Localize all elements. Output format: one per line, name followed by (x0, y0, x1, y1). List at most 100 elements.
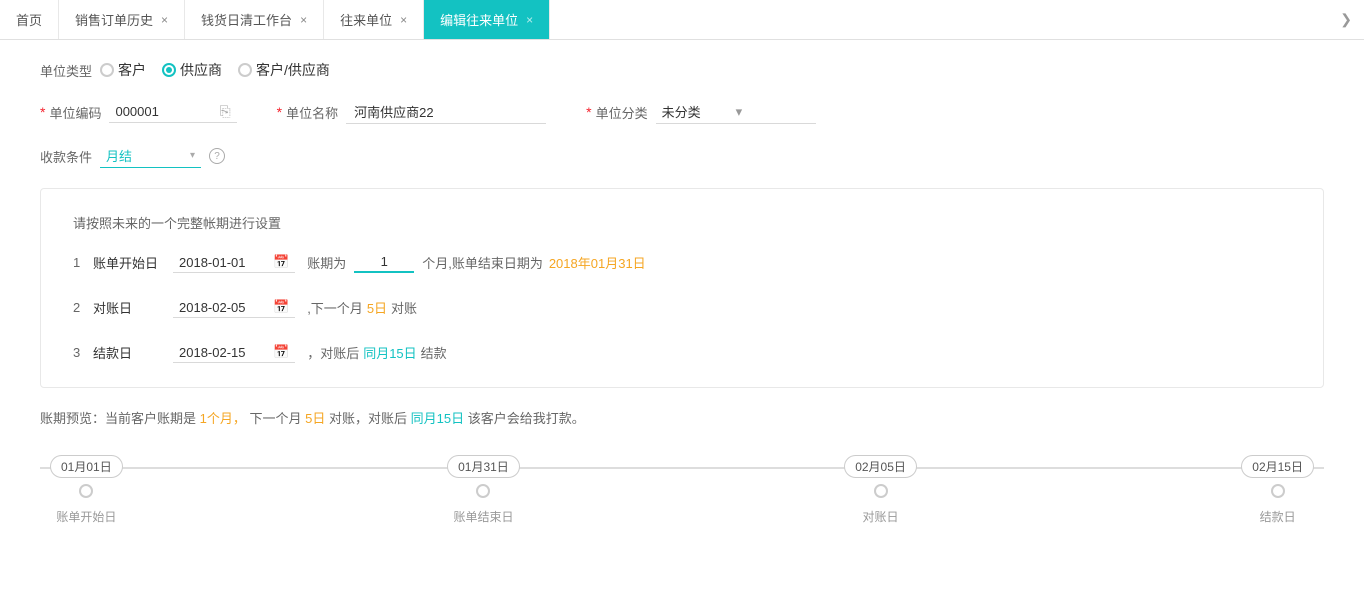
tab-label-home: 首页 (16, 10, 42, 29)
period-suffix-3b: 结款 (421, 343, 447, 362)
unit-name-input[interactable] (346, 100, 546, 124)
tab-close-sales-history[interactable]: × (161, 13, 168, 27)
tab-edit-partner[interactable]: 编辑往来单位 × (424, 0, 550, 39)
period-num-3: 3 (73, 345, 93, 360)
tl-date-badge: 02月05日 (844, 455, 917, 478)
period-suffix-1b: 个月,账单结束日期为 (422, 253, 543, 272)
timeline-point: 02月05日对账日 (844, 455, 917, 525)
unit-name-item: * 单位名称 (277, 100, 546, 124)
period-row-3: 3 结款日 📅 ，对账后 同月15日 结款 (73, 342, 1291, 363)
timeline-point: 01月31日账单结束日 (447, 455, 520, 525)
unit-code-item: * 单位编码 ⎘ (40, 101, 237, 123)
tl-dot (874, 484, 888, 498)
period-label-3: 结款日 (93, 343, 173, 362)
tl-label: 账单开始日 (56, 508, 116, 525)
unit-type-label: 单位类型 (40, 61, 92, 80)
help-icon[interactable]: ? (209, 148, 225, 164)
tab-partner[interactable]: 往来单位 × (324, 0, 424, 39)
period-months-input[interactable] (354, 252, 414, 273)
unit-category-label: 单位分类 (596, 103, 648, 122)
tabs-bar: 首页销售订单历史×钱货日清工作台×往来单位×编辑往来单位× ❯ (0, 0, 1364, 40)
unit-type-row: 单位类型 客户 供应商 客户/供应商 (40, 60, 1324, 80)
unit-category-required-star: * (586, 104, 591, 120)
tl-date-badge: 02月15日 (1241, 455, 1314, 478)
preview-day1: 5日 (305, 411, 325, 426)
preview-suffix: 该客户会给我打款。 (468, 411, 585, 426)
period-suffix-3a: ，对账后 (307, 343, 359, 362)
radio-both[interactable]: 客户/供应商 (238, 60, 330, 80)
payment-date-input[interactable] (179, 345, 269, 360)
preview-text2: 对账，对账后 (329, 411, 407, 426)
tab-label-sales-history: 销售订单历史 (75, 10, 153, 29)
start-date-calendar-icon[interactable]: 📅 (273, 254, 289, 270)
tab-label-partner: 往来单位 (340, 10, 392, 29)
period-box: 请按照未来的一个完整帐期进行设置 1 账单开始日 📅 账期为 个月,账单结束日期… (40, 188, 1324, 388)
tab-sales-history[interactable]: 销售订单历史 × (59, 0, 185, 39)
unit-category-value: 未分类 (662, 102, 736, 121)
unit-type-item: 单位类型 客户 供应商 客户/供应商 (40, 60, 330, 80)
recon-date-calendar-icon[interactable]: 📅 (273, 299, 289, 315)
tab-close-edit-partner[interactable]: × (526, 13, 533, 27)
recon-date-input[interactable] (179, 300, 269, 315)
tl-label: 对账日 (863, 508, 899, 525)
tab-cash-work[interactable]: 钱货日清工作台× (185, 0, 324, 39)
period-end-date-highlight: 2018年01月31日 (549, 253, 646, 272)
radio-circle-both (238, 63, 252, 77)
unit-code-input-wrap: ⎘ (109, 101, 236, 123)
start-date-input-wrap: 📅 (173, 252, 295, 273)
payment-day-highlight: 同月15日 (363, 343, 416, 362)
period-num-2: 2 (73, 300, 93, 315)
copy-icon[interactable]: ⎘ (219, 103, 230, 120)
unit-category-select[interactable]: 未分类 ▾ (656, 100, 816, 124)
unit-category-item: * 单位分类 未分类 ▾ (586, 100, 815, 124)
tl-label: 结款日 (1260, 508, 1296, 525)
chevron-right-icon: ❯ (1340, 11, 1352, 27)
preview-prefix: 账期预览：当前客户账期是 (40, 411, 196, 426)
timeline-point: 02月15日结款日 (1241, 455, 1314, 525)
preview-row: 账期预览：当前客户账期是 1个月， 下一个月 5日 对账，对账后 同月15日 该… (40, 408, 1324, 427)
tl-date-badge: 01月31日 (447, 455, 520, 478)
start-date-input[interactable] (179, 255, 269, 270)
recon-date-input-wrap: 📅 (173, 297, 295, 318)
tab-close-partner[interactable]: × (400, 13, 407, 27)
tl-date-badge: 01月01日 (50, 455, 123, 478)
radio-circle-supplier (162, 63, 176, 77)
preview-day2: 同月15日 (411, 411, 464, 426)
tab-close-cash-work[interactable]: × (300, 13, 307, 27)
payment-terms-row: 收款条件 月结 ▾ ? (40, 144, 1324, 168)
payment-terms-label: 收款条件 (40, 147, 92, 166)
radio-label-both: 客户/供应商 (256, 60, 330, 80)
period-suffix-2b: 对账 (391, 298, 417, 317)
unit-info-row: * 单位编码 ⎘ * 单位名称 * 单位分类 未分类 ▾ (40, 100, 1324, 124)
tl-dot (79, 484, 93, 498)
tabs-expand[interactable]: ❯ (1328, 11, 1364, 28)
unit-type-radio-group: 客户 供应商 客户/供应商 (100, 60, 330, 80)
period-label-1: 账单开始日 (93, 253, 173, 272)
radio-label-supplier: 供应商 (180, 60, 222, 80)
unit-code-required-star: * (40, 104, 45, 120)
payment-date-calendar-icon[interactable]: 📅 (273, 344, 289, 360)
preview-period: 1个月， (200, 411, 246, 426)
unit-name-required-star: * (277, 104, 282, 120)
payment-terms-item: 收款条件 月结 ▾ ? (40, 144, 225, 168)
preview-middle: 下一个月 (250, 411, 302, 426)
main-content: 单位类型 客户 供应商 客户/供应商 * 单位编码 (0, 40, 1364, 608)
period-suffix-1a: 账期为 (307, 253, 346, 272)
radio-customer[interactable]: 客户 (100, 60, 146, 80)
tl-dot (476, 484, 490, 498)
period-row-2: 2 对账日 📅 ,下一个月 5日 对账 (73, 297, 1291, 318)
tab-home[interactable]: 首页 (0, 0, 59, 39)
tl-label: 账单结束日 (453, 508, 513, 525)
radio-supplier[interactable]: 供应商 (162, 60, 222, 80)
chevron-down-icon: ▾ (736, 104, 810, 120)
payment-date-input-wrap: 📅 (173, 342, 295, 363)
recon-day-highlight: 5日 (367, 298, 387, 317)
tab-label-edit-partner: 编辑往来单位 (440, 10, 518, 29)
unit-code-input[interactable] (115, 104, 215, 119)
period-label-2: 对账日 (93, 298, 173, 317)
payment-terms-value: 月结 (106, 146, 186, 165)
period-suffix-2a: ,下一个月 (307, 298, 363, 317)
tl-dot (1271, 484, 1285, 498)
payment-terms-select[interactable]: 月结 ▾ (100, 144, 201, 168)
radio-label-customer: 客户 (118, 60, 146, 80)
